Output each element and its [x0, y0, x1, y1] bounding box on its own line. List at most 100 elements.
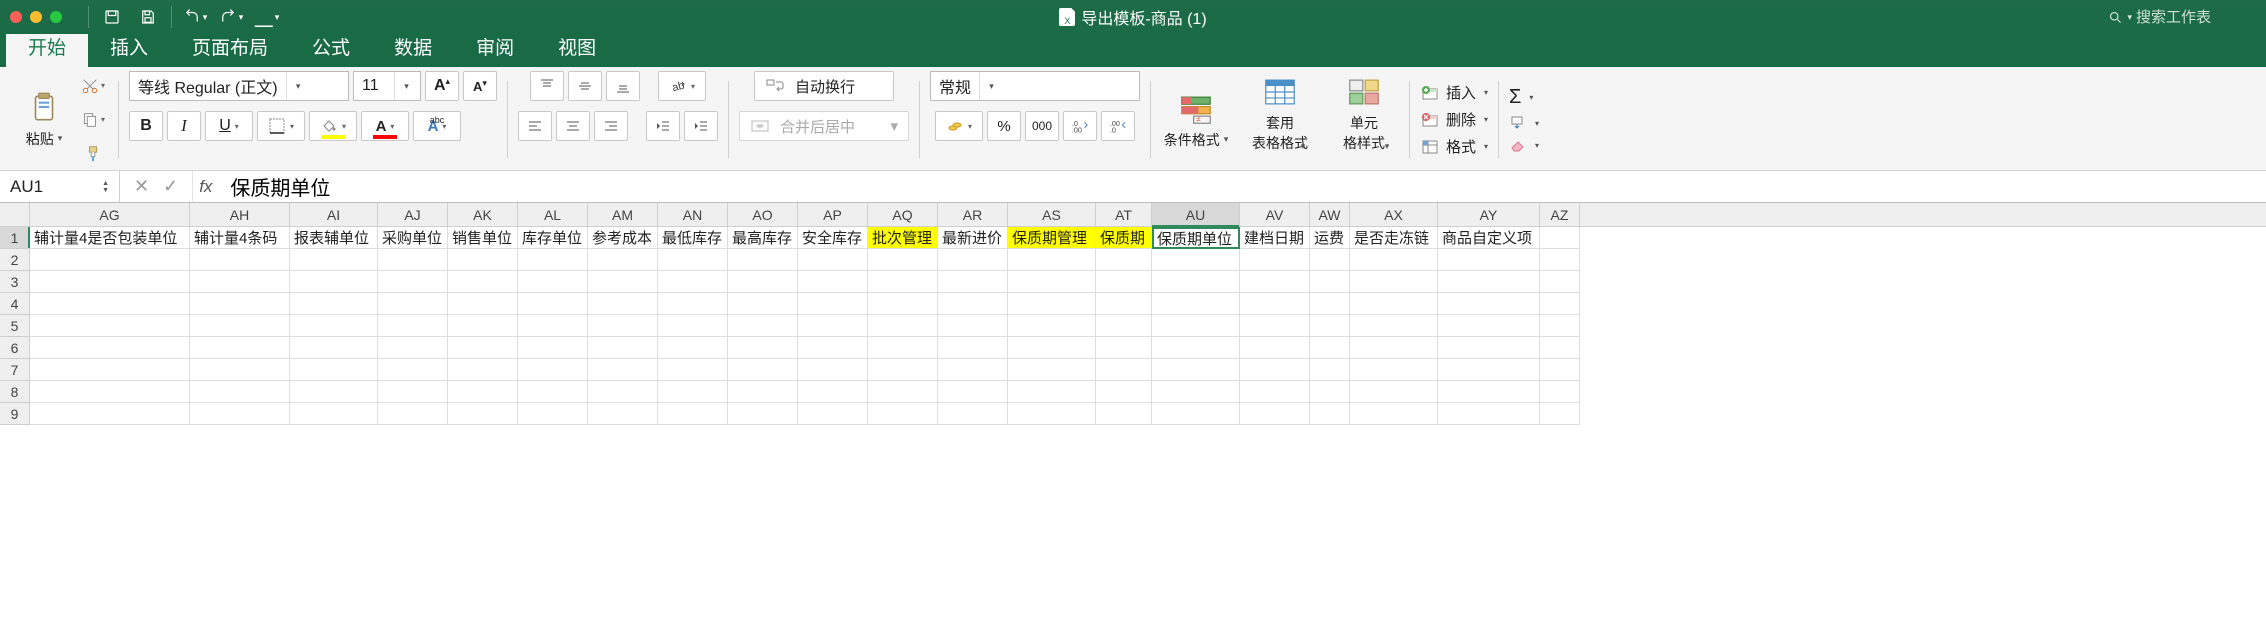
column-header[interactable]: AI [290, 203, 378, 226]
cell[interactable]: 库存单位 [518, 227, 588, 249]
cell[interactable] [1240, 403, 1310, 425]
cell[interactable] [1310, 315, 1350, 337]
cell[interactable] [30, 293, 190, 315]
cell[interactable] [190, 403, 290, 425]
number-format-combo[interactable]: 常规 ▾ [930, 71, 1140, 101]
cell[interactable] [1096, 359, 1152, 381]
close-window-button[interactable] [10, 11, 22, 23]
cell[interactable] [588, 271, 658, 293]
row-header[interactable]: 7 [0, 359, 30, 381]
cell[interactable] [378, 359, 448, 381]
cell[interactable] [1438, 293, 1540, 315]
cell[interactable] [1152, 359, 1240, 381]
cell[interactable] [30, 337, 190, 359]
cell[interactable] [1096, 381, 1152, 403]
confirm-edit-button[interactable]: ✓ [163, 176, 178, 197]
font-name-combo[interactable]: 等线 Regular (正文) ▾ [129, 71, 349, 101]
cell[interactable] [1008, 381, 1096, 403]
cell[interactable]: 最低库存 [658, 227, 728, 249]
cell[interactable] [290, 337, 378, 359]
cell[interactable] [1008, 315, 1096, 337]
cell[interactable] [938, 359, 1008, 381]
border-button[interactable]: ▾ [257, 111, 305, 141]
redo-button[interactable]: ▾ [216, 4, 246, 30]
cell[interactable] [1310, 359, 1350, 381]
column-header[interactable]: AR [938, 203, 1008, 226]
merge-center-button[interactable]: 合并后居中 ▾ [739, 111, 909, 141]
cell[interactable]: 采购单位 [378, 227, 448, 249]
cell[interactable] [190, 315, 290, 337]
cell[interactable] [1008, 403, 1096, 425]
cell[interactable] [1008, 271, 1096, 293]
cell[interactable] [1310, 381, 1350, 403]
cell[interactable] [1008, 293, 1096, 315]
cell[interactable] [1350, 315, 1438, 337]
cell[interactable] [1240, 249, 1310, 271]
cell[interactable] [658, 271, 728, 293]
cell[interactable] [1152, 293, 1240, 315]
cell[interactable] [1540, 381, 1580, 403]
cell[interactable] [728, 359, 798, 381]
cell[interactable] [658, 315, 728, 337]
copy-button[interactable]: ▾ [78, 108, 108, 132]
cell[interactable] [290, 381, 378, 403]
cell[interactable]: 销售单位 [448, 227, 518, 249]
cell[interactable] [588, 293, 658, 315]
cell[interactable] [868, 337, 938, 359]
align-top-button[interactable] [530, 71, 564, 101]
spreadsheet-grid[interactable]: AGAHAIAJAKALAMANAOAPAQARASATAUAVAWAXAYAZ… [0, 203, 2266, 425]
row-header[interactable]: 3 [0, 271, 30, 293]
name-box[interactable]: AU1 ▲▼ [0, 171, 120, 202]
column-header[interactable]: AH [190, 203, 290, 226]
column-header[interactable]: AS [1008, 203, 1096, 226]
cell[interactable]: 商品自定义项 [1438, 227, 1540, 249]
cell[interactable] [518, 337, 588, 359]
cell[interactable] [378, 337, 448, 359]
cell[interactable] [1350, 359, 1438, 381]
cell[interactable]: 保质期单位 [1152, 227, 1240, 249]
cell[interactable] [1438, 381, 1540, 403]
cell[interactable] [190, 359, 290, 381]
select-all-corner[interactable] [0, 203, 30, 226]
cell[interactable] [658, 381, 728, 403]
cell[interactable] [1096, 337, 1152, 359]
cell[interactable] [868, 293, 938, 315]
cell[interactable] [658, 403, 728, 425]
cell[interactable] [290, 315, 378, 337]
column-header[interactable]: AW [1310, 203, 1350, 226]
cell[interactable] [1540, 359, 1580, 381]
cell[interactable] [1240, 293, 1310, 315]
cell[interactable] [190, 249, 290, 271]
bold-button[interactable]: B [129, 111, 163, 141]
column-header[interactable]: AX [1350, 203, 1438, 226]
cell[interactable] [728, 403, 798, 425]
fill-button[interactable]: ▾ [1509, 115, 1539, 131]
cell[interactable] [1096, 271, 1152, 293]
cell[interactable] [1310, 293, 1350, 315]
cell[interactable] [1438, 403, 1540, 425]
autosum-button[interactable]: Σ▾ [1509, 86, 1539, 109]
cell[interactable] [378, 315, 448, 337]
cell[interactable] [1438, 337, 1540, 359]
cell[interactable] [658, 293, 728, 315]
cell[interactable] [518, 359, 588, 381]
column-header[interactable]: AV [1240, 203, 1310, 226]
align-bottom-button[interactable] [606, 71, 640, 101]
cell[interactable] [1540, 337, 1580, 359]
cell[interactable] [30, 249, 190, 271]
cell[interactable]: 保质期 [1096, 227, 1152, 249]
underline-button[interactable]: U▾ [205, 111, 253, 141]
decrease-indent-button[interactable] [646, 111, 680, 141]
cell[interactable] [30, 381, 190, 403]
cell[interactable] [190, 271, 290, 293]
decrease-font-button[interactable]: A▾ [463, 71, 497, 101]
format-as-table-button[interactable]: 套用 表格格式 ▾ [1245, 73, 1315, 166]
cell[interactable] [448, 381, 518, 403]
cell[interactable] [1350, 271, 1438, 293]
cell[interactable] [1240, 381, 1310, 403]
insert-cells-button[interactable]: 插入▾ [1420, 82, 1488, 103]
cell[interactable] [448, 315, 518, 337]
cell[interactable] [190, 381, 290, 403]
cell[interactable] [378, 381, 448, 403]
cell[interactable] [518, 315, 588, 337]
